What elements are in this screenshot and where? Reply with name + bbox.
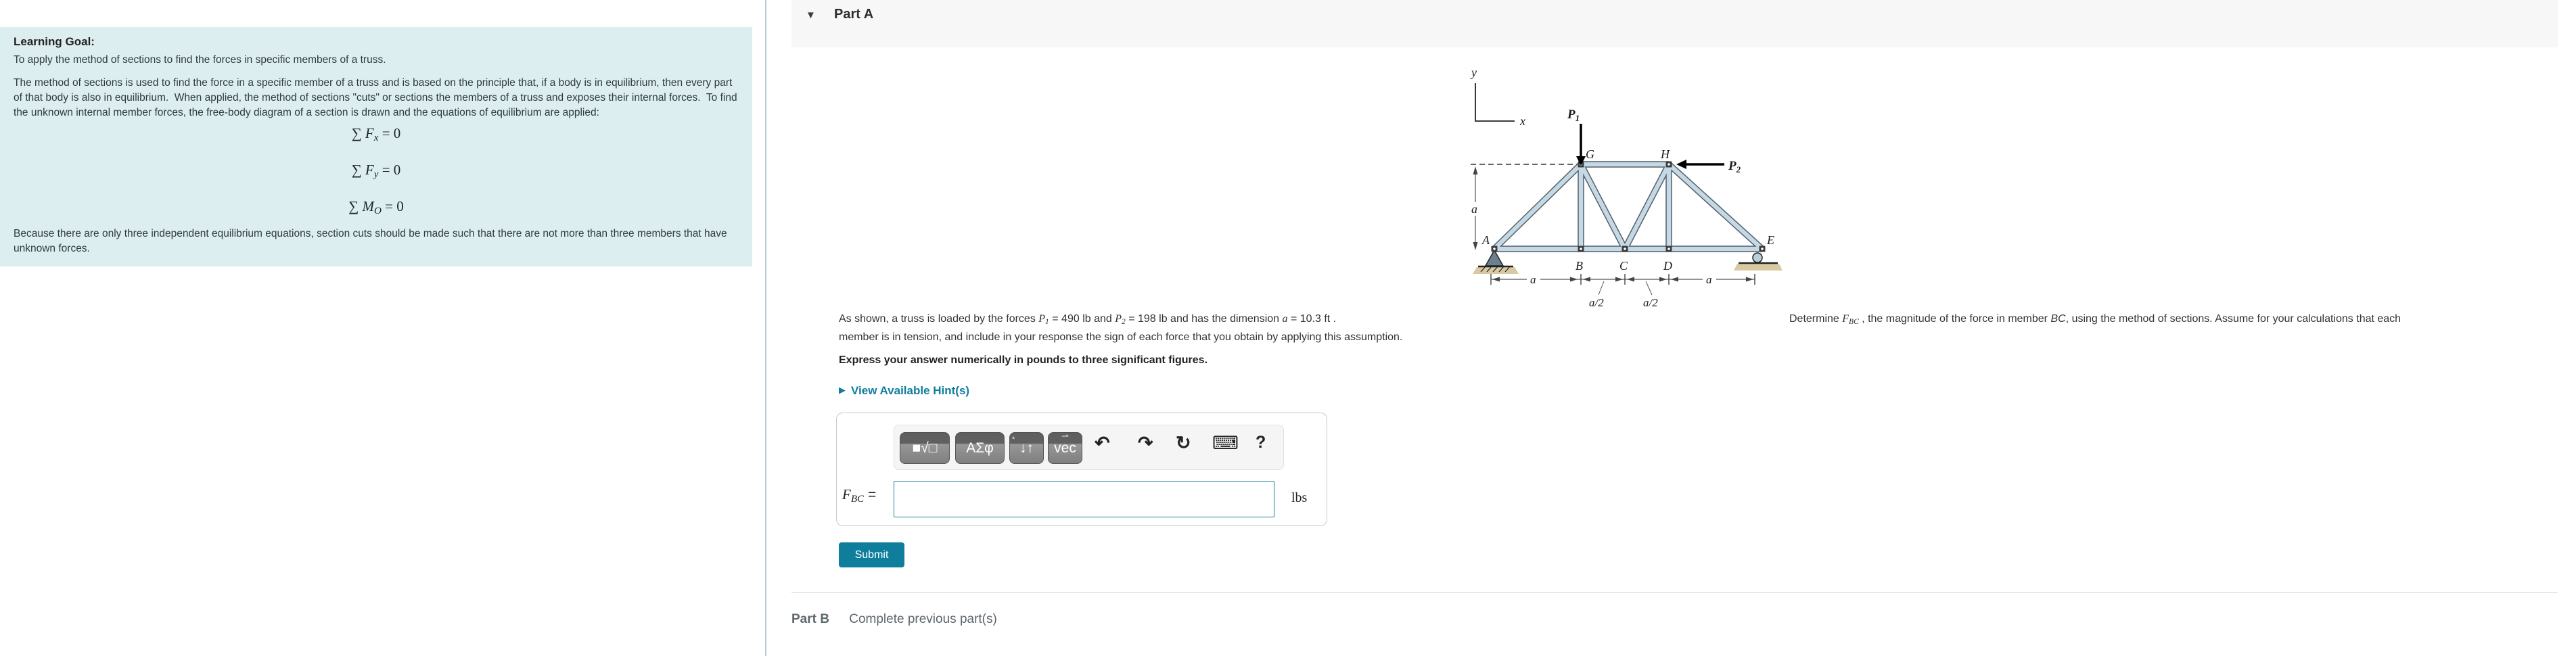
dim-a2-right-label: a/2 xyxy=(1643,296,1658,309)
learning-goal-footer: Because there are only three independent… xyxy=(14,227,730,254)
reset-icon[interactable]: ↻ xyxy=(1176,434,1191,452)
learning-goal-title: Learning Goal: xyxy=(14,35,95,48)
answer-input[interactable] xyxy=(894,481,1274,517)
learning-goal-panel: Learning Goal: To apply the method of se… xyxy=(0,27,752,266)
problem-statement-line1: As shown, a truss is loaded by the force… xyxy=(839,313,1337,327)
joint-e-label: E xyxy=(1766,233,1774,247)
math-input-toolbar: ■√□ ΑΣφ * ↓↑ ⇀ vec ↶ ↷ ↻ ⌨ ? xyxy=(894,425,1284,470)
joint-h-label: H xyxy=(1660,147,1670,161)
part-b-header: Part B Complete previous part(s) xyxy=(791,612,997,627)
panel-divider xyxy=(765,0,766,656)
hint-label: View Available Hint(s) xyxy=(851,384,970,397)
scripts-button[interactable]: * ↓↑ xyxy=(1009,432,1044,464)
part-b-status: Complete previous part(s) xyxy=(849,612,997,626)
learning-goal-intro: To apply the method of sections to find … xyxy=(14,54,386,66)
redo-icon[interactable]: ↷ xyxy=(1138,434,1153,452)
axis-x-label: x xyxy=(1519,114,1525,128)
submit-button[interactable]: Submit xyxy=(839,542,904,567)
joint-a-label: A xyxy=(1481,233,1490,247)
help-icon[interactable]: ? xyxy=(1256,434,1266,451)
axes-lines xyxy=(1475,83,1515,122)
collapse-caret-icon[interactable]: ▼ xyxy=(806,9,816,21)
keyboard-icon[interactable]: ⌨ xyxy=(1212,434,1239,452)
roller-ground-shade xyxy=(1734,264,1782,271)
problem-statement-line2: member is in tension, and include in you… xyxy=(839,331,1403,343)
truss-figure: y x a P1 P2 A B C D E G H a a a/2 a/2 xyxy=(1469,66,1782,309)
dim-a-right-label: a xyxy=(1706,273,1712,286)
answer-module: ■√□ ΑΣφ * ↓↑ ⇀ vec ↶ ↷ ↻ ⌨ ? FBC = lbs xyxy=(836,413,1327,526)
learning-goal-body: The method of sections is used to find t… xyxy=(14,77,740,118)
force-p1-label: P1 xyxy=(1567,108,1580,123)
axis-y-label: y xyxy=(1470,66,1477,79)
undo-icon[interactable]: ↶ xyxy=(1095,434,1110,452)
joint-d-label: D xyxy=(1663,259,1672,273)
scripts-badge: * xyxy=(1012,436,1015,444)
part-a-title: Part A xyxy=(834,7,874,22)
part-b-title: Part B xyxy=(791,612,829,626)
mastering-problem-page: { "learning_panel": { "title": "Learning… xyxy=(0,0,2576,656)
equation-templates-icon: ■√□ xyxy=(912,440,938,456)
problem-statement-line1-cont: Determine FBC , the magnitude of the for… xyxy=(1789,313,2401,327)
scripts-icon: ↓↑ xyxy=(1019,440,1034,456)
pin-ground-shade xyxy=(1473,267,1519,274)
hint-caret-icon: ▶ xyxy=(839,385,846,395)
force-p2-label: P2 xyxy=(1728,159,1741,174)
bottom-dimension: a a a/2 a/2 xyxy=(1490,273,1755,309)
dim-a-left-label: a xyxy=(1530,273,1536,286)
pin-support xyxy=(1484,249,1504,266)
section-divider xyxy=(791,592,2558,593)
height-dim-label: a xyxy=(1471,202,1477,216)
equation-templates-button[interactable]: ■√□ xyxy=(900,432,950,464)
dim-a2-left-label: a/2 xyxy=(1589,296,1604,309)
equation-sum-mo: ∑ MO = 0 xyxy=(348,198,404,217)
answer-variable-label: FBC = xyxy=(842,486,877,505)
equation-sum-fx: ∑ Fx = 0 xyxy=(351,125,401,144)
greek-symbols-icon: ΑΣφ xyxy=(966,440,994,456)
joint-c-label: C xyxy=(1619,259,1628,273)
view-hints-link[interactable]: ▶ View Available Hint(s) xyxy=(839,384,969,398)
vector-badge: ⇀ xyxy=(1061,432,1069,441)
vector-button[interactable]: ⇀ vec xyxy=(1048,432,1082,464)
joint-g-label: G xyxy=(1586,147,1594,161)
roller-support xyxy=(1752,252,1763,263)
vector-icon: vec xyxy=(1054,440,1076,456)
answer-unit-label: lbs xyxy=(1291,490,1308,505)
part-a-header: ▼ Part A xyxy=(791,0,2558,47)
joint-b-label: B xyxy=(1576,259,1583,273)
equation-sum-fy: ∑ Fy = 0 xyxy=(351,162,401,181)
greek-symbols-button[interactable]: ΑΣφ xyxy=(955,432,1005,464)
express-instruction: Express your answer numerically in pound… xyxy=(839,354,1208,366)
